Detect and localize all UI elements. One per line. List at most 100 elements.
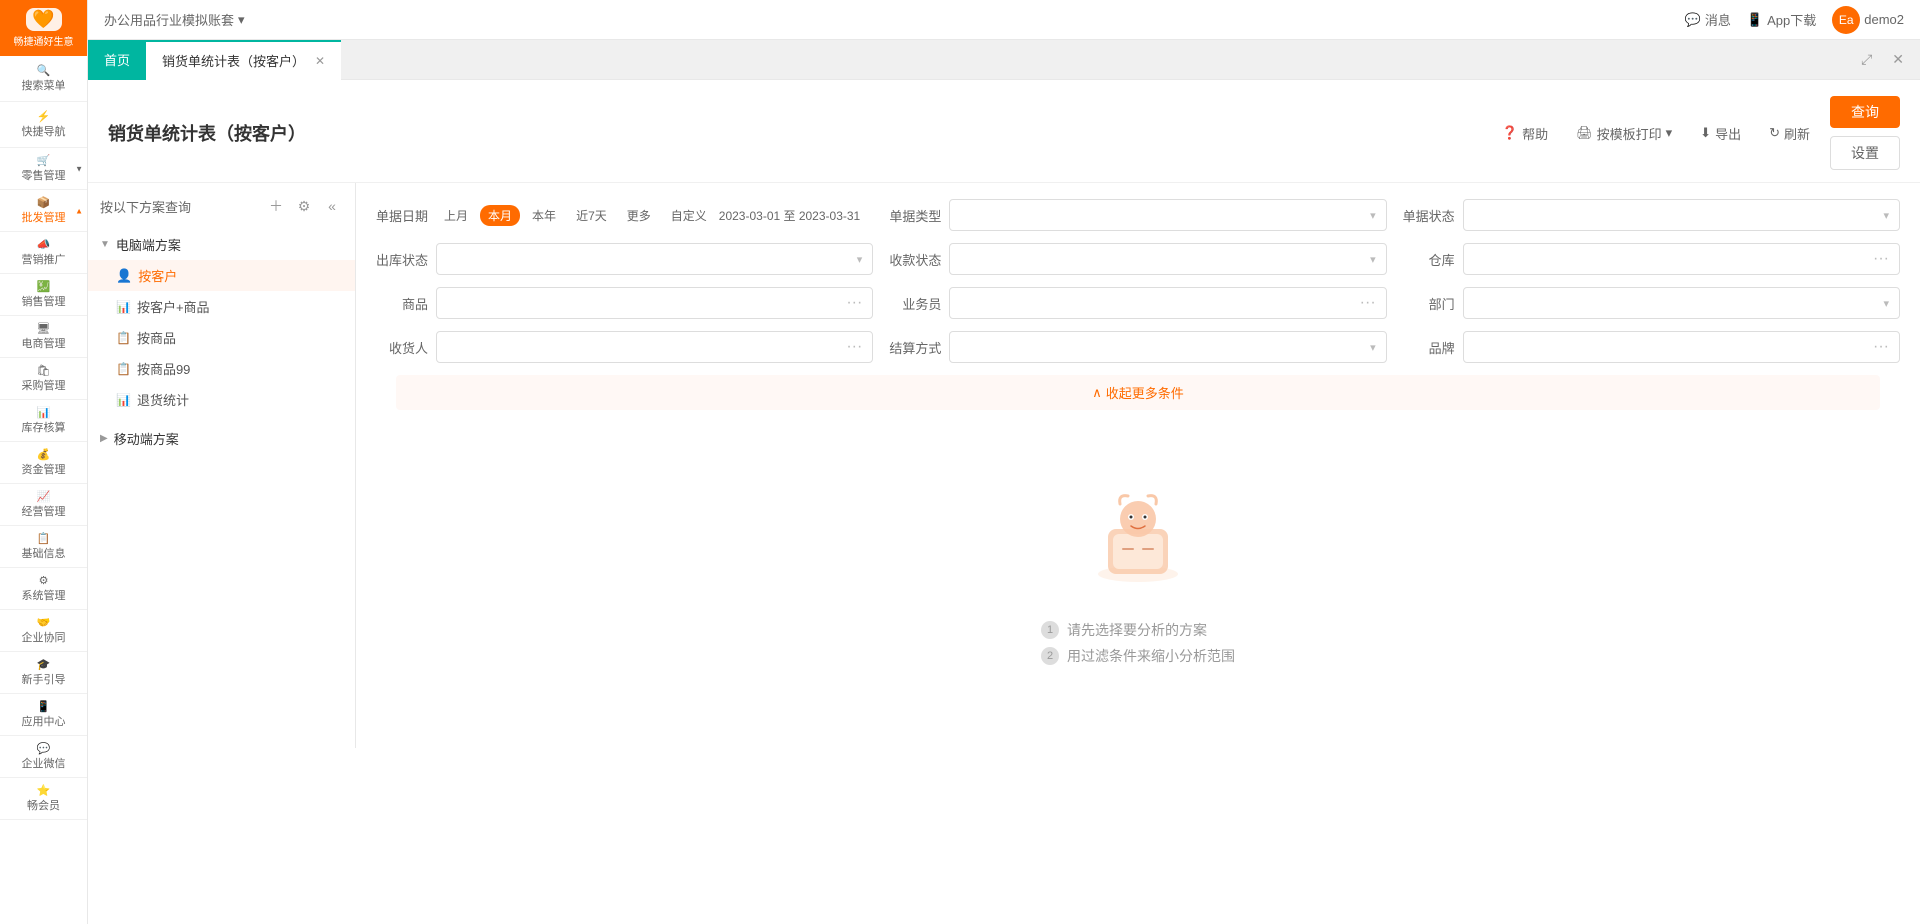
department-select[interactable]: ▾: [1463, 287, 1900, 319]
salesperson-select[interactable]: ···: [949, 287, 1386, 319]
refresh-icon: ↻: [1769, 125, 1780, 141]
warehouse-select[interactable]: ···: [1463, 243, 1900, 275]
more-salesperson-icon[interactable]: ···: [1360, 294, 1376, 312]
collapse-panel-button[interactable]: «: [321, 195, 343, 217]
content-body: 按以下方案查询 ＋ ⚙ « ▼ 电脑端方案: [88, 183, 1920, 748]
collapse-filters-button[interactable]: ∧ 收起更多条件: [396, 375, 1880, 410]
tab-home[interactable]: 首页: [88, 40, 146, 80]
filter-department: 部门 ▾: [1403, 287, 1900, 319]
page: 销货单统计表（按客户） ❓ 帮助 🖨 按模板打印 ▾ ⬇ 导出: [88, 80, 1920, 924]
sidebar-item-retail-mgmt[interactable]: 🛒 零售管理 ▼: [0, 148, 87, 190]
tab-close-icon[interactable]: ✕: [315, 54, 325, 68]
user-menu[interactable]: Ea demo2: [1832, 6, 1904, 34]
sidebar-item-enterprise-wechat[interactable]: 💬 企业微信: [0, 736, 87, 778]
tabbar: 首页 销货单统计表（按客户） ✕ ⤢ ✕: [88, 40, 1920, 80]
sidebar-item-quick-nav[interactable]: ⚡ 快捷导航: [0, 102, 87, 148]
tab-sales-stat[interactable]: 销货单统计表（按客户） ✕: [146, 40, 341, 80]
scheme-by-goods[interactable]: 📋 按商品: [88, 322, 355, 353]
date-range-display: 2023-03-01 至 2023-03-31: [719, 207, 860, 224]
main-content: 办公用品行业模拟账套 ▾ 💬 消息 📱 App下载 Ea demo2 首页: [88, 0, 1920, 924]
scheme-by-goods-99[interactable]: 📋 按商品99: [88, 353, 355, 384]
date-btn-custom[interactable]: 自定义: [663, 205, 715, 226]
desktop-schemes-section: ▼ 电脑端方案 👤 按客户 📊 按客户+商品 📋: [88, 229, 355, 415]
sidebar-item-system-mgmt[interactable]: ⚙ 系统管理: [0, 568, 87, 610]
ecommerce-icon: 🖥: [37, 322, 51, 335]
tree-expand-icon: ▼: [100, 239, 110, 250]
marketing-icon: 📣: [37, 238, 51, 251]
purchase-icon: 🛍: [37, 364, 51, 377]
page-actions: ❓ 帮助 🖨 按模板打印 ▾ ⬇ 导出 ↻ 刷新: [1494, 96, 1900, 170]
message-button[interactable]: 💬 消息: [1685, 10, 1731, 29]
more-goods-icon[interactable]: ···: [846, 294, 862, 312]
logo-icon: 🧡: [26, 8, 62, 31]
sidebar-item-ecommerce-mgmt[interactable]: 🖥 电商管理: [0, 316, 87, 358]
scheme-by-customer[interactable]: 👤 按客户: [88, 260, 355, 291]
left-panel: 按以下方案查询 ＋ ⚙ « ▼ 电脑端方案: [88, 183, 356, 748]
sidebar-item-wholesale-mgmt[interactable]: 📦 批发管理 ▲: [0, 190, 87, 232]
query-button[interactable]: 查询: [1830, 96, 1900, 128]
left-panel-header: 按以下方案查询 ＋ ⚙ «: [88, 195, 355, 225]
out-status-select[interactable]: ▾: [436, 243, 873, 275]
edit-scheme-button[interactable]: ⚙: [293, 195, 315, 217]
search-icon: 🔍: [37, 64, 51, 77]
goods-select[interactable]: ···: [436, 287, 873, 319]
more-receiver-icon[interactable]: ···: [846, 338, 862, 356]
more-brand-icon[interactable]: ···: [1873, 338, 1889, 356]
industry-selector[interactable]: 办公用品行业模拟账套 ▾: [104, 10, 245, 29]
receipt-status-select[interactable]: ▾: [949, 243, 1386, 275]
filter-receiver: 收货人 ···: [376, 331, 873, 363]
topbar-right: 💬 消息 📱 App下载 Ea demo2: [1685, 6, 1904, 34]
scheme-by-customer-goods[interactable]: 📊 按客户+商品: [88, 291, 355, 322]
filter-receipt-status: 收款状态 ▾: [889, 243, 1386, 275]
help-button[interactable]: ❓ 帮助: [1494, 120, 1556, 147]
customer-icon: 👤: [116, 268, 132, 284]
sidebar-item-finance-mgmt[interactable]: 💰 资金管理: [0, 442, 87, 484]
page-title: 销货单统计表（按客户）: [108, 120, 306, 146]
chevron-down-icon: ▾: [857, 253, 863, 266]
filter-out-status: 出库状态 ▾: [376, 243, 873, 275]
sidebar-item-basic-info[interactable]: 📋 基础信息: [0, 526, 87, 568]
sidebar-item-search-menu[interactable]: 🔍 搜索菜单: [0, 56, 87, 102]
date-btn-last-month[interactable]: 上月: [436, 205, 476, 226]
brand-select[interactable]: ···: [1463, 331, 1900, 363]
filter-row-1: 单据日期 上月 本月 本年 近7天 更多 自定义 2023-03-01 至 20…: [376, 199, 1900, 231]
settings-button[interactable]: 设置: [1830, 136, 1900, 170]
date-btn-more[interactable]: 更多: [619, 205, 659, 226]
order-status-select[interactable]: ▾: [1463, 199, 1900, 231]
inventory-icon: 📊: [37, 406, 51, 419]
app-download-button[interactable]: 📱 App下载: [1747, 10, 1816, 29]
date-range-selector: 上月 本月 本年 近7天 更多 自定义 2023-03-01 至 2023-03…: [436, 205, 860, 226]
system-icon: ⚙: [39, 574, 49, 587]
page-inner: 销货单统计表（按客户） ❓ 帮助 🖨 按模板打印 ▾ ⬇ 导出: [88, 80, 1920, 924]
date-btn-this-year[interactable]: 本年: [524, 205, 564, 226]
sidebar-item-marketing[interactable]: 📣 营销推广: [0, 232, 87, 274]
date-btn-last-7days[interactable]: 近7天: [568, 205, 615, 226]
receiver-select[interactable]: ···: [436, 331, 873, 363]
sidebar: 🧡 畅捷通好生意 🔍 搜索菜单 ⚡ 快捷导航 🛒 零售管理 ▼ 📦 批发管理 ▲…: [0, 0, 88, 924]
close-window-icon[interactable]: ✕: [1884, 51, 1912, 68]
refresh-button[interactable]: ↻ 刷新: [1761, 120, 1818, 147]
sidebar-item-enterprise-agreement[interactable]: 🤝 企业协同: [0, 610, 87, 652]
sidebar-item-vip[interactable]: ⭐ 畅会员: [0, 778, 87, 820]
mobile-section-title[interactable]: ▶ 移动端方案: [88, 423, 355, 454]
more-options-icon[interactable]: ···: [1873, 250, 1889, 268]
settlement-select[interactable]: ▾: [949, 331, 1386, 363]
sidebar-item-inventory[interactable]: 📊 库存核算: [0, 400, 87, 442]
sidebar-item-purchase-mgmt[interactable]: 🛍 采购管理: [0, 358, 87, 400]
sidebar-item-sales-mgmt[interactable]: 💹 销售管理: [0, 274, 87, 316]
export-button[interactable]: ⬇ 导出: [1692, 120, 1749, 147]
add-scheme-button[interactable]: ＋: [265, 195, 287, 217]
sidebar-item-onboarding[interactable]: 🎓 新手引导: [0, 652, 87, 694]
date-btn-this-month[interactable]: 本月: [480, 205, 520, 226]
sidebar-item-app-center[interactable]: 📱 应用中心: [0, 694, 87, 736]
right-panel: 单据日期 上月 本月 本年 近7天 更多 自定义 2023-03-01 至 20…: [356, 183, 1920, 748]
restore-window-icon[interactable]: ⤢: [1861, 51, 1872, 68]
order-type-select[interactable]: ▾: [949, 199, 1386, 231]
enterprise-icon: 🤝: [37, 616, 51, 629]
scheme-return-stats[interactable]: 📊 退货统计: [88, 384, 355, 415]
basic-info-icon: 📋: [37, 532, 51, 545]
print-button[interactable]: 🖨 按模板打印 ▾: [1568, 120, 1680, 147]
sidebar-item-operations-mgmt[interactable]: 📈 经营管理: [0, 484, 87, 526]
desktop-section-title[interactable]: ▼ 电脑端方案: [88, 229, 355, 260]
chevron-down-icon: ▾: [1370, 341, 1376, 354]
